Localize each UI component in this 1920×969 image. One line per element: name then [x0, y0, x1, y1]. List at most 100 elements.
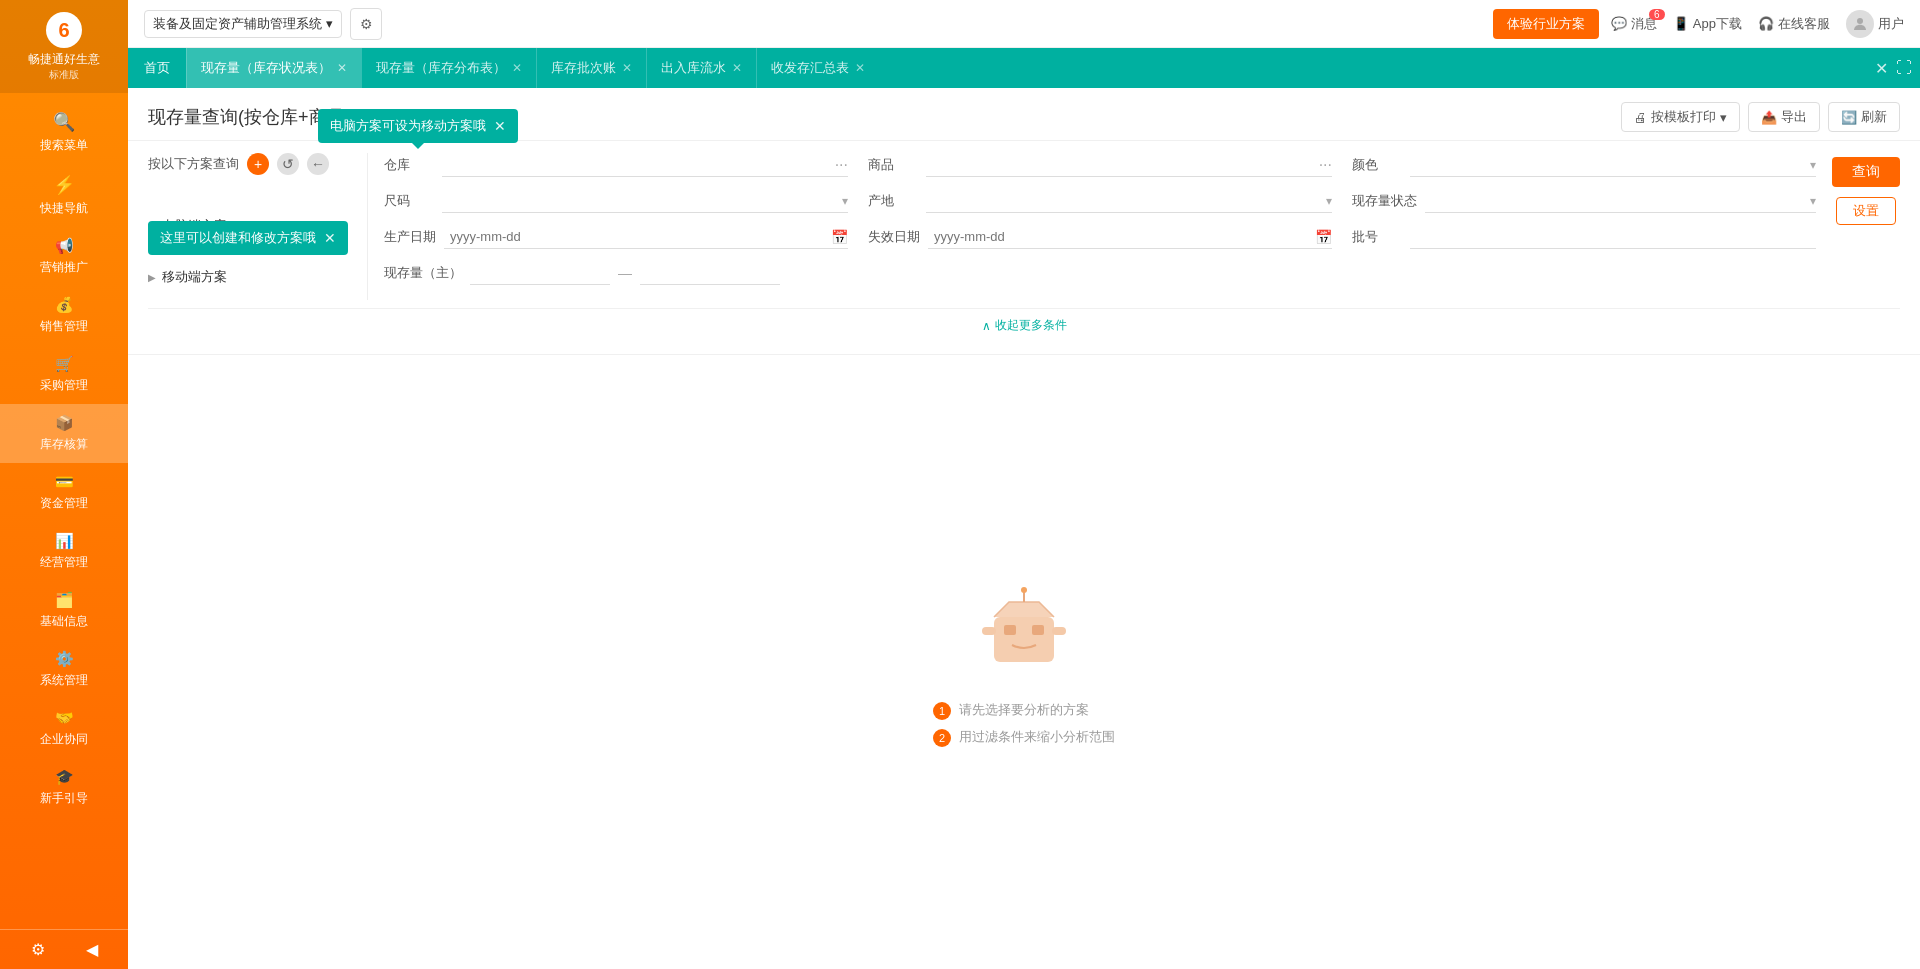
filter-color-chevron[interactable]: ▾	[1810, 158, 1816, 172]
collapse-icon: ∧	[982, 319, 991, 333]
tab-expand-btn[interactable]: ⛶	[1896, 59, 1912, 77]
filter-goods-input[interactable]	[926, 153, 1315, 176]
filter-stock-status-input[interactable]	[1425, 189, 1806, 212]
refresh-plan-btn[interactable]: ↺	[277, 153, 299, 175]
svg-rect-2	[1004, 625, 1016, 635]
sidebar-item-system[interactable]: ⚙️系统管理	[0, 640, 128, 699]
filter-origin-input[interactable]	[926, 189, 1322, 212]
main-area: 装备及固定资产辅助管理系统 ▾ ⚙ 体验行业方案 💬 消息 6 📱 App下载 …	[128, 0, 1920, 969]
filter-stock-status-chevron[interactable]: ▾	[1810, 194, 1816, 208]
sidebar-item-marketing[interactable]: 📢营销推广	[0, 227, 128, 286]
tab-close-stock-batch[interactable]: ✕	[622, 61, 632, 75]
filter-warehouse-label: 仓库	[384, 156, 434, 174]
sidebar-item-guide[interactable]: 🎓新手引导	[0, 758, 128, 817]
brand-name: 畅捷通好生意 标准版	[28, 52, 100, 81]
tab-in-out-flow[interactable]: 出入库流水 ✕	[646, 48, 756, 88]
query-button[interactable]: 查询	[1832, 157, 1900, 187]
filter-size-input[interactable]	[442, 189, 838, 212]
mobile-plan-label: 移动端方案	[162, 268, 227, 286]
tooltip2-close-btn[interactable]: ✕	[324, 230, 336, 246]
sidebar-item-finance[interactable]: 💳资金管理	[0, 463, 128, 522]
tab-bar-right: ✕ ⛶	[1875, 59, 1920, 78]
query-section: 按以下方案查询 + ↺ ← 电脑方案可设为移动方案哦 ✕ 这里可以创建和修改方案…	[128, 141, 1920, 355]
filter-expire-date-calendar[interactable]: 📅	[1315, 229, 1332, 245]
filter-batch-no-wrap	[1410, 225, 1816, 249]
tab-stock-status[interactable]: 现存量（库存状况表） ✕	[186, 48, 361, 88]
filter-produce-date-wrap: 📅	[444, 225, 848, 249]
filter-expire-date-input[interactable]	[928, 225, 1311, 248]
tab-home[interactable]: 首页	[128, 48, 186, 88]
filter-stock-qty-to-wrap	[640, 261, 780, 285]
print-button[interactable]: 🖨 按模板打印 ▾	[1621, 102, 1740, 132]
filter-origin-chevron[interactable]: ▾	[1326, 194, 1332, 208]
tab-stock-dist[interactable]: 现存量（库存分布表） ✕	[361, 48, 536, 88]
filter-batch-no-input[interactable]	[1410, 225, 1816, 248]
system-selector-chevron: ▾	[326, 16, 333, 31]
message-button[interactable]: 💬 消息 6	[1611, 15, 1657, 33]
sidebar-item-sales[interactable]: 💰销售管理	[0, 286, 128, 345]
filter-warehouse-dots[interactable]: ···	[835, 156, 848, 174]
sidebar-item-quick-nav[interactable]: ⚡快捷导航	[0, 164, 128, 227]
query-label: 按以下方案查询	[148, 155, 239, 173]
mobile-plan-arrow[interactable]: ▶	[148, 272, 156, 283]
filter-size-wrap: ▾	[442, 189, 848, 213]
system-name-area: 装备及固定资产辅助管理系统 ▾ ⚙	[144, 8, 1481, 40]
tab-close-all-btn[interactable]: ✕	[1875, 59, 1888, 78]
export-button[interactable]: 📤 导出	[1748, 102, 1820, 132]
filter-stock-qty-to[interactable]	[640, 261, 780, 284]
filter-produce-date: 生产日期 📅	[384, 225, 848, 249]
filter-size-label: 尺码	[384, 192, 434, 210]
plan-selector-area: 按以下方案查询 + ↺ ← 电脑方案可设为移动方案哦 ✕ 这里可以创建和修改方案…	[148, 153, 368, 300]
filter-origin: 产地 ▾	[868, 189, 1332, 213]
tab-close-stock-dist[interactable]: ✕	[512, 61, 522, 75]
sidebar-collapse-btn[interactable]: ◀	[86, 940, 98, 959]
hint-num-1: 1	[933, 702, 951, 720]
sidebar-item-enterprise[interactable]: 🤝企业协同	[0, 699, 128, 758]
tab-close-stock-status[interactable]: ✕	[337, 61, 347, 75]
user-avatar	[1846, 10, 1874, 38]
svg-rect-1	[994, 617, 1054, 662]
user-name: 用户	[1878, 15, 1904, 33]
filter-color-label: 颜色	[1352, 156, 1402, 174]
filter-goods-label: 商品	[868, 156, 918, 174]
hint-num-2: 2	[933, 729, 951, 747]
filter-expire-date: 失效日期 📅	[868, 225, 1332, 249]
refresh-button[interactable]: 🔄 刷新	[1828, 102, 1900, 132]
filter-produce-date-input[interactable]	[444, 225, 827, 248]
system-selector[interactable]: 装备及固定资产辅助管理系统 ▾	[144, 10, 342, 38]
industry-button[interactable]: 体验行业方案	[1493, 9, 1599, 39]
svg-rect-6	[982, 627, 996, 635]
filter-stock-qty-from[interactable]	[470, 261, 610, 284]
tab-recv-summary[interactable]: 收发存汇总表 ✕	[756, 48, 879, 88]
gear-button[interactable]: ⚙	[350, 8, 382, 40]
tab-stock-batch[interactable]: 库存批次账 ✕	[536, 48, 646, 88]
filter-color-wrap: ▾	[1410, 153, 1816, 177]
filter-size-chevron[interactable]: ▾	[842, 194, 848, 208]
filter-goods-dots[interactable]: ···	[1319, 156, 1332, 174]
filter-warehouse-input[interactable]	[442, 153, 831, 176]
set-button[interactable]: 设置	[1836, 197, 1896, 225]
tab-close-recv-summary[interactable]: ✕	[855, 61, 865, 75]
online-service-button[interactable]: 🎧 在线客服	[1758, 15, 1830, 33]
tab-close-in-out-flow[interactable]: ✕	[732, 61, 742, 75]
prev-plan-btn[interactable]: ←	[307, 153, 329, 175]
sidebar-item-stock[interactable]: 📦库存核算	[0, 404, 128, 463]
filter-goods: 商品 ···	[868, 153, 1332, 177]
sidebar-item-operations[interactable]: 📊经营管理	[0, 522, 128, 581]
mobile-plan-group[interactable]: ▶ 移动端方案	[148, 266, 355, 288]
collapse-btn[interactable]: ∧ 收起更多条件	[982, 317, 1067, 334]
tooltip1-close-btn[interactable]: ✕	[494, 118, 506, 134]
filter-row-1: 仓库 ··· 商品	[384, 153, 1816, 177]
filter-stock-status-wrap: ▾	[1425, 189, 1816, 213]
filter-produce-date-calendar[interactable]: 📅	[831, 229, 848, 245]
user-area[interactable]: 用户	[1846, 10, 1904, 38]
app-download-button[interactable]: 📱 App下载	[1673, 15, 1742, 33]
filter-row-3: 生产日期 📅 失效日期	[384, 225, 1816, 249]
sidebar-item-purchase[interactable]: 🛒采购管理	[0, 345, 128, 404]
sidebar-item-basic[interactable]: 🗂️基础信息	[0, 581, 128, 640]
filter-goods-wrap: ···	[926, 153, 1332, 177]
filter-color-input[interactable]	[1410, 153, 1806, 176]
sidebar-item-search[interactable]: 🔍搜索菜单	[0, 101, 128, 164]
sidebar-settings-btn[interactable]: ⚙	[31, 940, 45, 959]
add-plan-btn[interactable]: +	[247, 153, 269, 175]
